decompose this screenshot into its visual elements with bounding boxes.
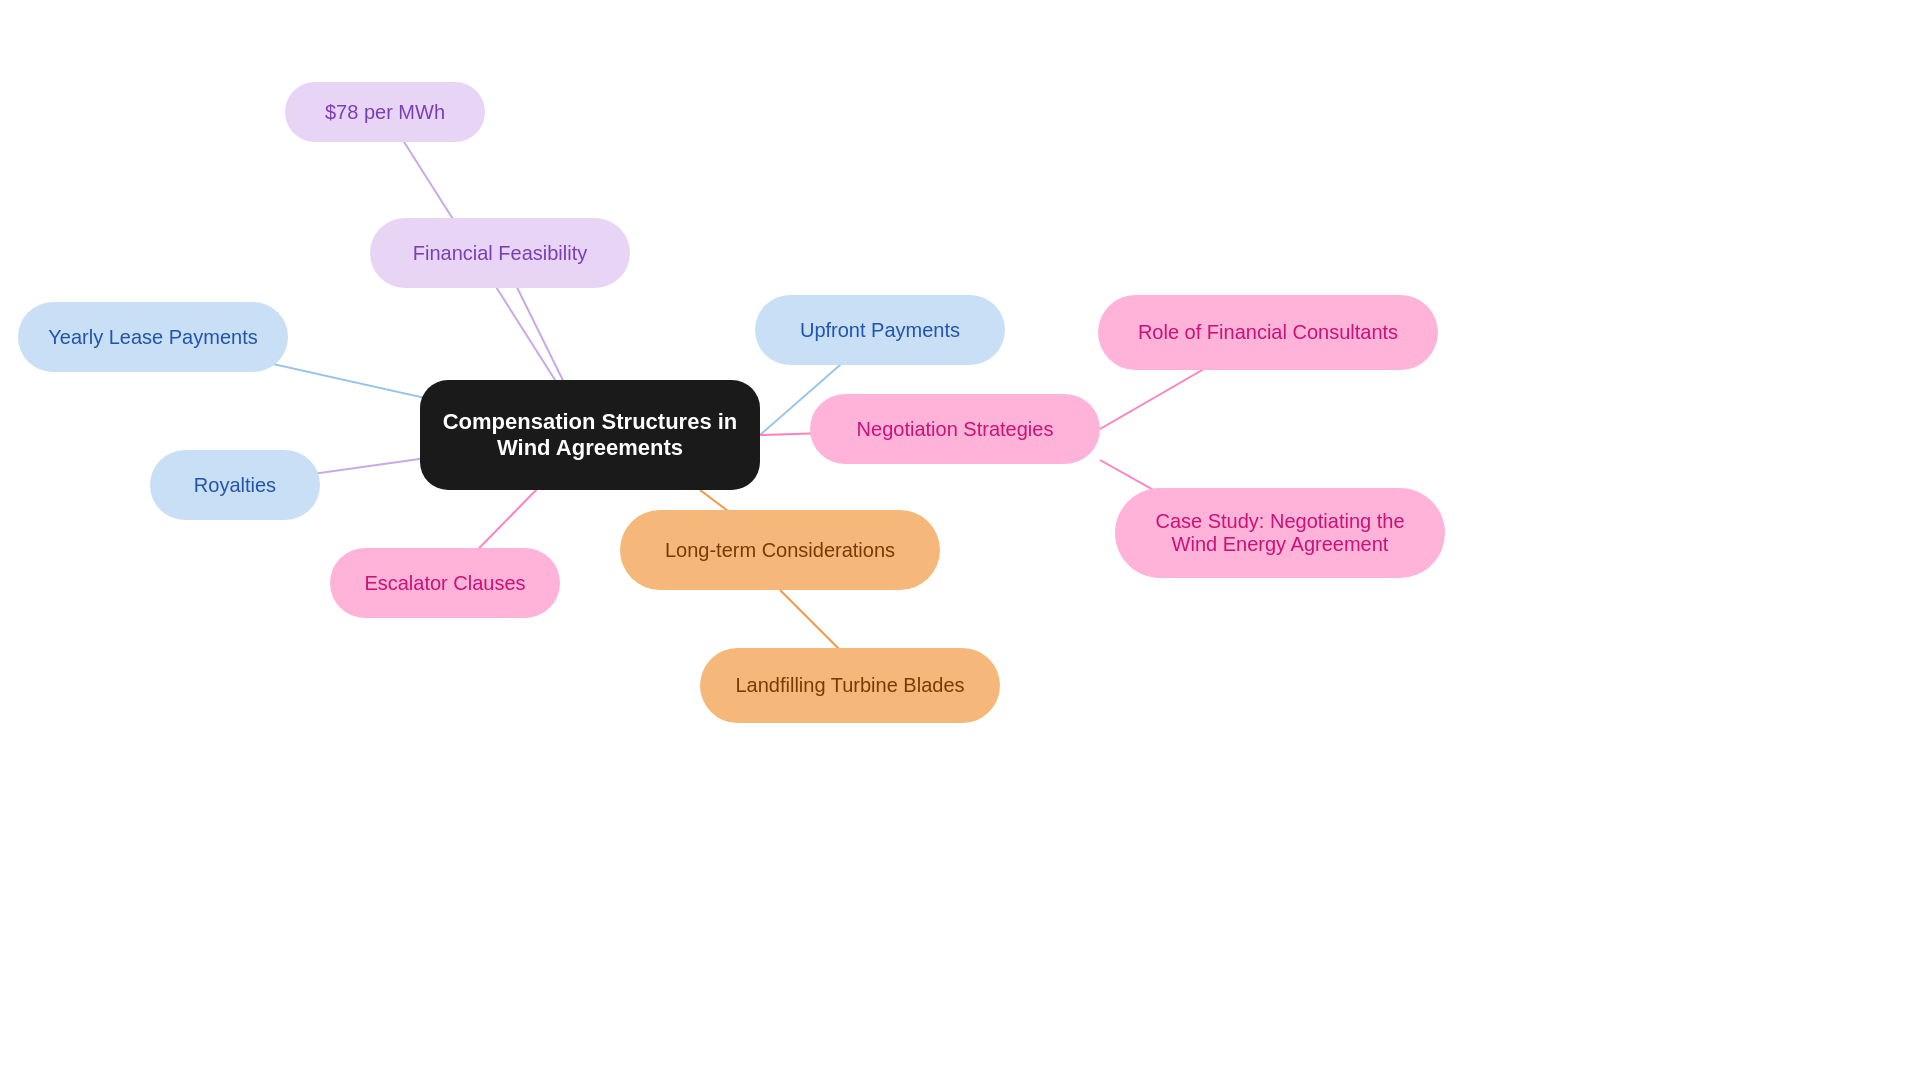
node-long-term-label: Long-term Considerations: [665, 539, 895, 562]
node-negotiation-label: Negotiation Strategies: [857, 418, 1054, 441]
node-financial-feasibility-label: Financial Feasibility: [413, 242, 588, 265]
node-yearly-lease-label: Yearly Lease Payments: [48, 326, 257, 349]
node-yearly-lease: Yearly Lease Payments: [18, 302, 288, 372]
node-case-study-label: Case Study: Negotiating the Wind Energy …: [1155, 510, 1404, 556]
node-royalties-label: Royalties: [194, 474, 276, 497]
node-78mwh-label: $78 per MWh: [325, 101, 445, 124]
node-escalator: Escalator Clauses: [330, 548, 560, 618]
node-landfilling: Landfilling Turbine Blades: [700, 648, 1000, 723]
center-node: Compensation Structures in Wind Agreemen…: [420, 380, 760, 490]
node-royalties: Royalties: [150, 450, 320, 520]
center-label: Compensation Structures in Wind Agreemen…: [443, 409, 738, 461]
node-negotiation: Negotiation Strategies: [810, 394, 1100, 464]
node-78mwh: $78 per MWh: [285, 82, 485, 142]
node-upfront: Upfront Payments: [755, 295, 1005, 365]
node-long-term: Long-term Considerations: [620, 510, 940, 590]
node-role-financial-label: Role of Financial Consultants: [1138, 321, 1398, 344]
node-upfront-label: Upfront Payments: [800, 319, 960, 342]
node-landfilling-label: Landfilling Turbine Blades: [735, 674, 964, 697]
node-role-financial: Role of Financial Consultants: [1098, 295, 1438, 370]
node-escalator-label: Escalator Clauses: [364, 572, 525, 595]
node-case-study: Case Study: Negotiating the Wind Energy …: [1115, 488, 1445, 578]
node-financial-feasibility: Financial Feasibility: [370, 218, 630, 288]
